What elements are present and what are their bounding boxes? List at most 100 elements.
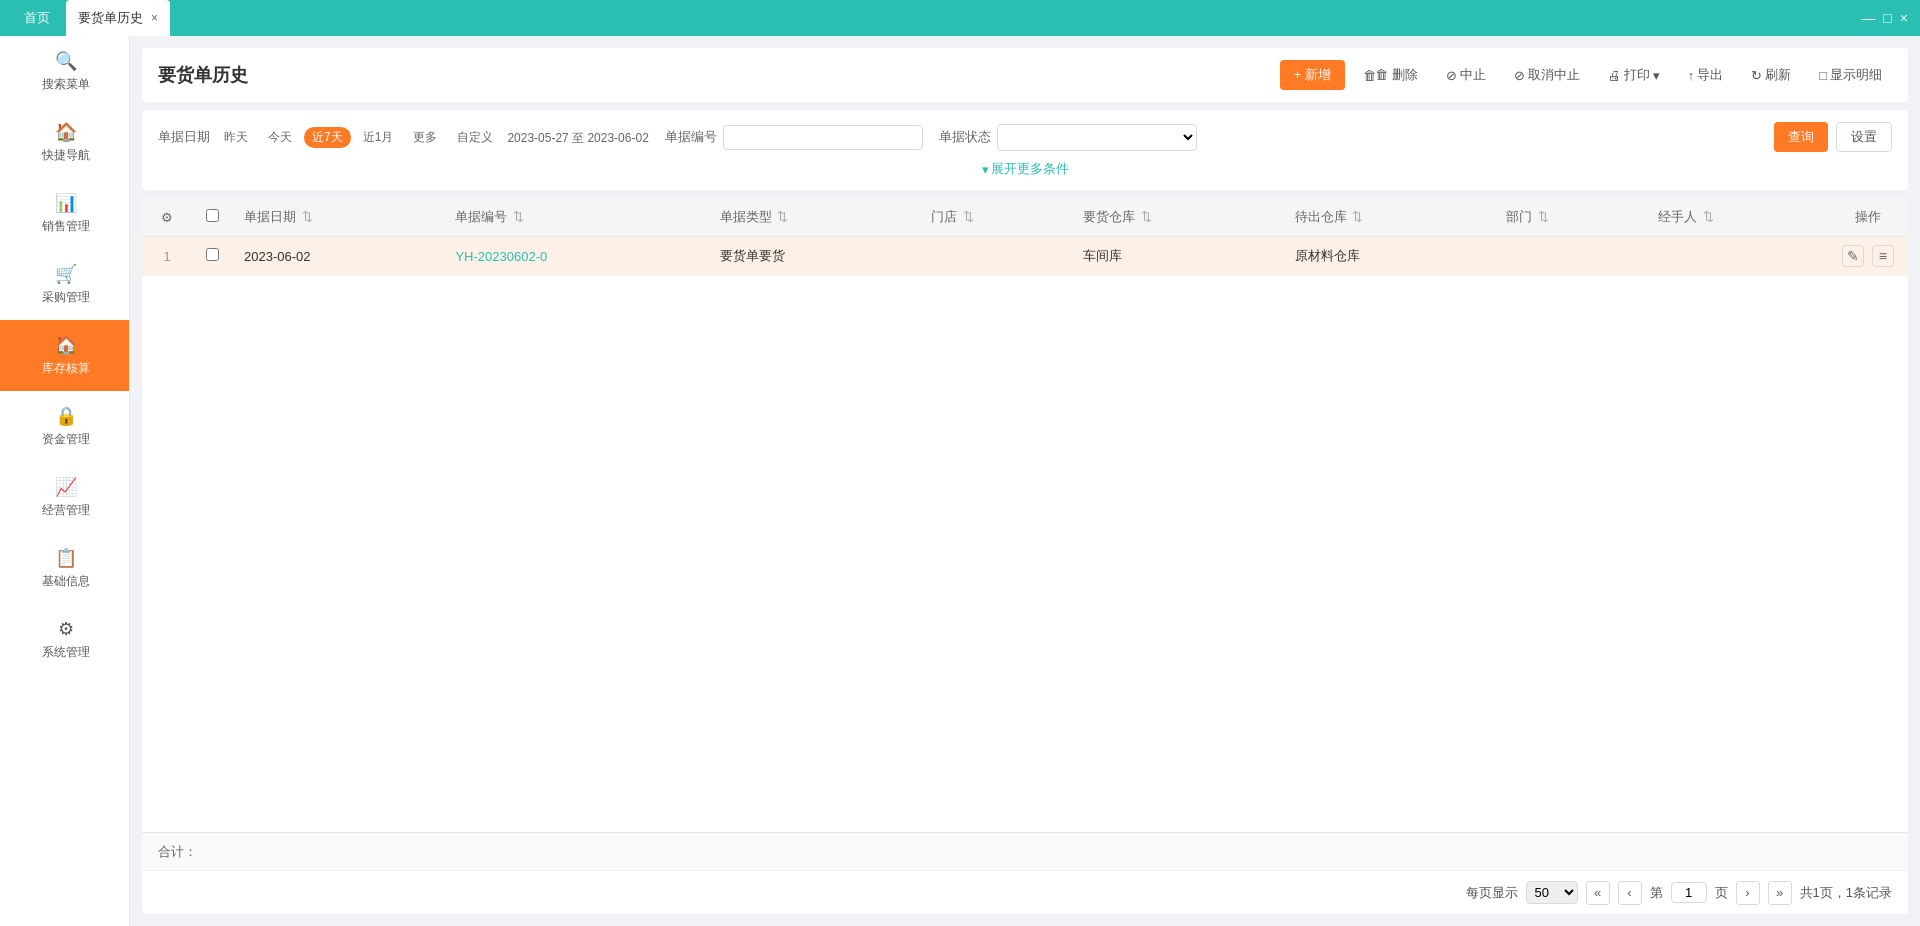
tab-requisition-history[interactable]: 要货单历史 ×	[66, 0, 170, 36]
cancel-stop-icon: ⊘	[1514, 68, 1525, 83]
filter-tab-custom[interactable]: 自定义	[449, 127, 501, 148]
sort-handler-icon[interactable]: ⇅	[1703, 209, 1714, 224]
filter-tab-7days[interactable]: 近7天	[304, 127, 351, 148]
row-num-value: 1	[163, 249, 170, 264]
sales-icon: 📊	[55, 192, 77, 214]
next-page-button[interactable]: ›	[1736, 881, 1760, 905]
sidebar-item-search-label: 搜索菜单	[42, 76, 90, 93]
system-icon: ⚙	[58, 618, 74, 640]
row-docno: YH-20230602-0	[443, 237, 707, 276]
sidebar-item-system-label: 系统管理	[42, 644, 90, 661]
sidebar-item-basic[interactable]: 📋 基础信息	[0, 533, 129, 604]
export-icon: ↑	[1688, 68, 1695, 83]
th-dept: 部门 ⇅	[1494, 198, 1646, 237]
export-label: 导出	[1697, 66, 1723, 84]
filter-tab-1month[interactable]: 近1月	[355, 127, 402, 148]
sort-docno-icon[interactable]: ⇅	[513, 209, 524, 224]
sort-store-icon[interactable]: ⇅	[963, 209, 974, 224]
cancel-stop-button[interactable]: ⊘ 取消中止	[1504, 61, 1590, 89]
row-checkbox[interactable]	[206, 248, 219, 261]
sidebar-item-inventory[interactable]: 🏠 库存核算	[0, 320, 129, 391]
filter-docno-item: 单据编号	[665, 125, 923, 150]
filter-date-range: 2023-05-27 至 2023-06-02	[507, 130, 648, 147]
display-detail-button[interactable]: □ 显示明细	[1809, 61, 1892, 89]
sort-date-icon[interactable]: ⇅	[302, 209, 313, 224]
query-button[interactable]: 查询	[1774, 122, 1828, 152]
th-req-warehouse-label: 要货仓库	[1083, 209, 1135, 224]
expand-filter-button[interactable]: ▾ 展开更多条件	[982, 160, 1069, 178]
sidebar-item-finance[interactable]: 🔒 资金管理	[0, 391, 129, 462]
minimize-icon[interactable]: —	[1861, 10, 1875, 26]
tab-home[interactable]: 首页	[12, 0, 62, 36]
th-doctype: 单据类型 ⇅	[708, 198, 919, 237]
filter-row-1: 单据日期 昨天 今天 近7天 近1月 更多 自定义 2023-05-27 至 2…	[158, 122, 1892, 152]
print-button[interactable]: 🖨 打印 ▾	[1598, 61, 1670, 89]
delete-button[interactable]: 🗑 🗑 删除	[1353, 61, 1428, 89]
maximize-icon[interactable]: □	[1883, 10, 1891, 26]
refresh-button[interactable]: ↻ 刷新	[1741, 61, 1801, 89]
stop-icon: ⊘	[1446, 68, 1457, 83]
row-handler	[1646, 237, 1828, 276]
close-window-icon[interactable]: ×	[1900, 10, 1908, 26]
new-button[interactable]: + 新增	[1280, 60, 1345, 90]
sidebar-item-search[interactable]: 🔍 搜索菜单	[0, 36, 129, 107]
total-info: 共1页，1条记录	[1800, 884, 1892, 902]
page-header: 要货单历史 + 新增 🗑 🗑 删除 ⊘ 中止 ⊘ 取消中止	[142, 48, 1908, 102]
prev-page-button[interactable]: ‹	[1618, 881, 1642, 905]
filter-tab-today[interactable]: 今天	[260, 127, 300, 148]
sidebar-item-purchase[interactable]: 🛒 采购管理	[0, 249, 129, 320]
window-actions: — □ ×	[1861, 10, 1908, 26]
last-page-button[interactable]: »	[1768, 881, 1792, 905]
inventory-icon: 🏠	[55, 334, 77, 356]
filter-docno-label: 单据编号	[665, 128, 717, 146]
close-tab-icon[interactable]: ×	[151, 11, 158, 25]
print-label: 打印	[1624, 66, 1650, 84]
first-page-button[interactable]: «	[1586, 881, 1610, 905]
sidebar-item-shortcut-label: 快捷导航	[42, 147, 90, 164]
finance-icon: 🔒	[55, 405, 77, 427]
sidebar-item-operation[interactable]: 📈 经营管理	[0, 462, 129, 533]
filter-status-select[interactable]	[997, 124, 1197, 151]
row-store	[919, 237, 1071, 276]
filter-date-label: 单据日期	[158, 128, 210, 146]
page-input[interactable]	[1671, 882, 1707, 903]
row-pending-warehouse: 原材料仓库	[1283, 237, 1494, 276]
per-page-label: 每页显示	[1466, 884, 1518, 902]
row-docno-link[interactable]: YH-20230602-0	[455, 249, 547, 264]
select-all-checkbox[interactable]	[206, 209, 219, 222]
row-req-warehouse-value: 车间库	[1083, 248, 1122, 263]
filter-tab-yesterday[interactable]: 昨天	[216, 127, 256, 148]
th-action: 操作	[1828, 198, 1908, 237]
th-handler-label: 经手人	[1658, 209, 1697, 224]
sort-dept-icon[interactable]: ⇅	[1538, 209, 1549, 224]
filter-status-item: 单据状态	[939, 124, 1197, 151]
filter-date-item: 单据日期 昨天 今天 近7天 近1月 更多 自定义 2023-05-27 至 2…	[158, 127, 649, 148]
export-button[interactable]: ↑ 导出	[1678, 61, 1734, 89]
sort-pending-warehouse-icon[interactable]: ⇅	[1352, 209, 1363, 224]
expand-filter-label: 展开更多条件	[991, 160, 1069, 178]
row-date: 2023-06-02	[232, 237, 443, 276]
filter-tab-more[interactable]: 更多	[405, 127, 445, 148]
sidebar-item-shortcut[interactable]: 🏠 快捷导航	[0, 107, 129, 178]
row-dept	[1494, 237, 1646, 276]
settings-icon[interactable]: ⚙	[161, 210, 173, 225]
tab-requisition-label: 要货单历史	[78, 9, 143, 27]
row-edit-icon[interactable]: ✎	[1842, 245, 1864, 267]
th-store: 门店 ⇅	[919, 198, 1071, 237]
sidebar-item-sales[interactable]: 📊 销售管理	[0, 178, 129, 249]
row-date-value: 2023-06-02	[244, 249, 311, 264]
sort-doctype-icon[interactable]: ⇅	[777, 209, 788, 224]
stop-button[interactable]: ⊘ 中止	[1436, 61, 1496, 89]
sidebar-item-system[interactable]: ⚙ 系统管理	[0, 604, 129, 675]
row-req-warehouse: 车间库	[1071, 237, 1282, 276]
sidebar-item-operation-label: 经营管理	[42, 502, 90, 519]
table-footer: 合计：	[142, 832, 1908, 870]
per-page-select[interactable]: 50 10 20 100	[1526, 881, 1578, 904]
sort-req-warehouse-icon[interactable]: ⇅	[1141, 209, 1152, 224]
settings-button[interactable]: 设置	[1836, 122, 1892, 152]
sidebar-item-basic-label: 基础信息	[42, 573, 90, 590]
table-row: 1 2023-06-02 YH-20230602-0	[142, 237, 1908, 276]
filter-docno-input[interactable]	[723, 125, 923, 150]
stop-label: 中止	[1460, 66, 1486, 84]
row-detail-icon[interactable]: ≡	[1872, 245, 1894, 267]
